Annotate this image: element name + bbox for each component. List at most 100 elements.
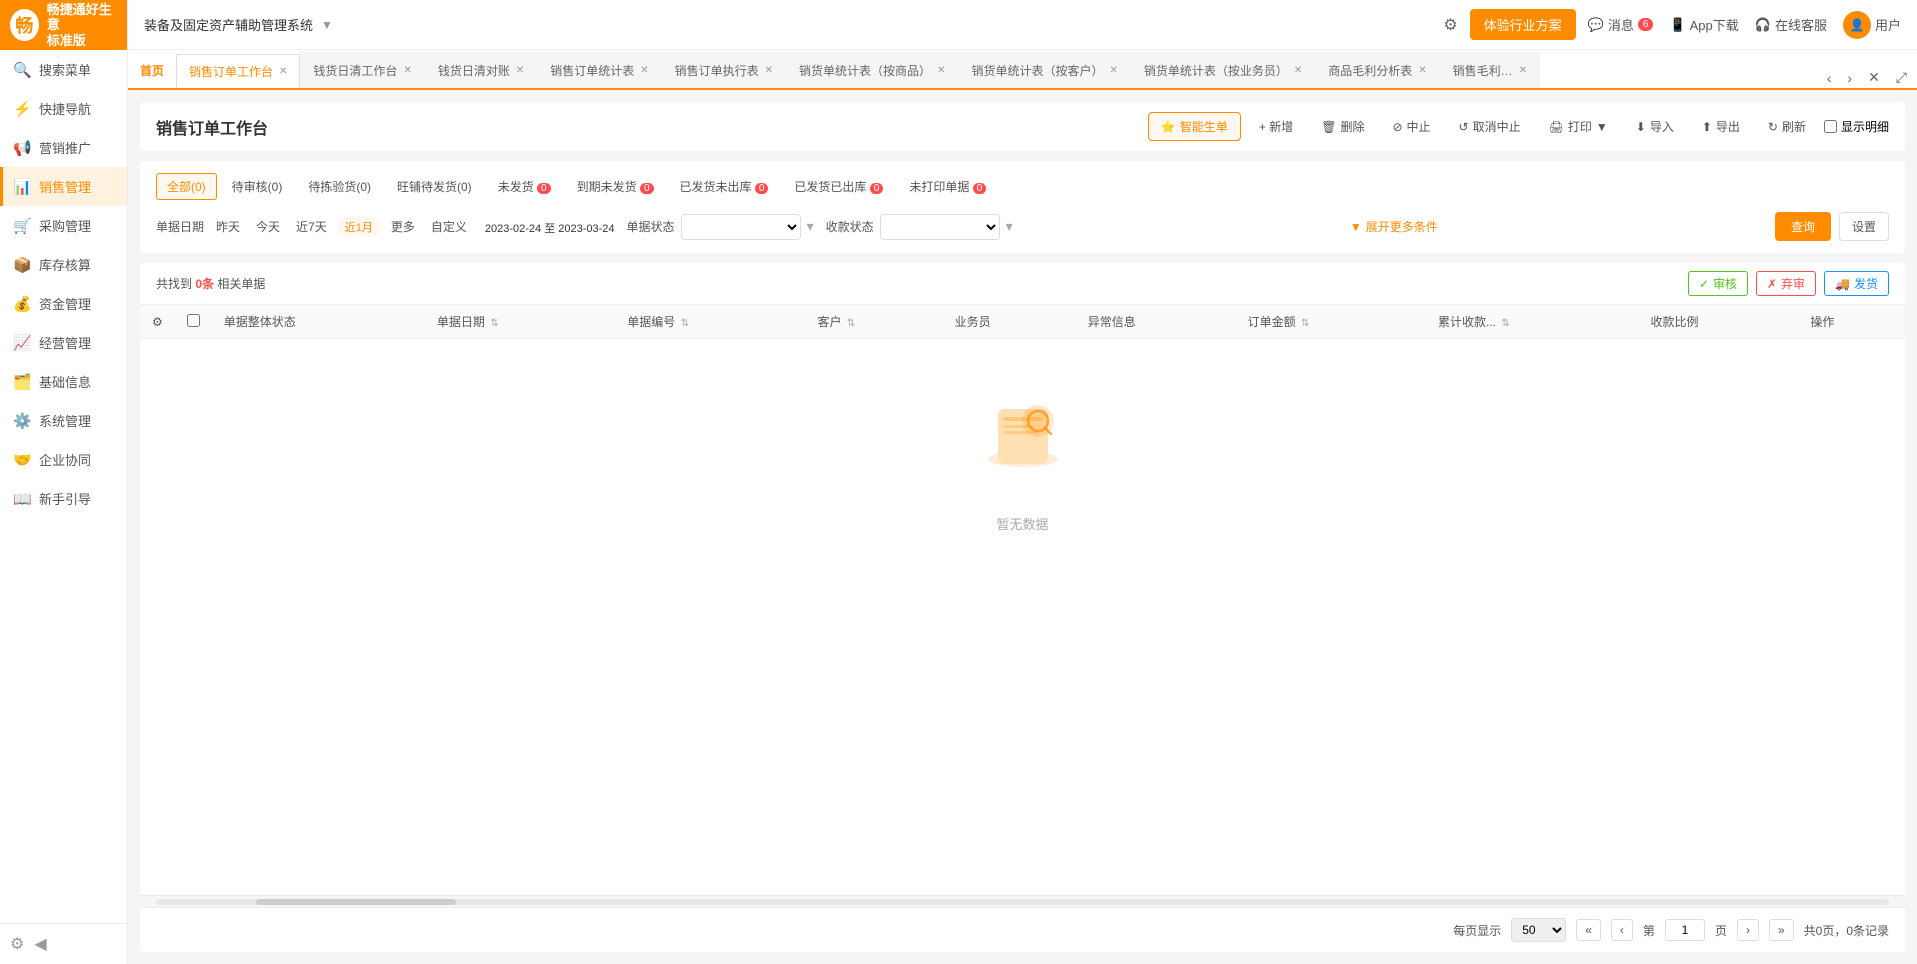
first-page-button[interactable]: « <box>1576 919 1601 941</box>
th-customer[interactable]: 客户 ⇅ <box>806 305 943 339</box>
sidebar-item-operations[interactable]: 📈 经营管理 <box>0 323 127 362</box>
print-button[interactable]: 🖨 打印 ▼ <box>1539 113 1618 140</box>
suspend-button[interactable]: ⊘ 中止 <box>1382 113 1440 140</box>
app-download-action[interactable]: 📱 App下载 <box>1669 15 1738 34</box>
page-header: 销售订单工作台 ⭐ 智能生单 + 新增 🗑 删除 ⊘ 中止 ↺ 取消中止 <box>140 102 1905 151</box>
tabbar-next-button[interactable]: › <box>1841 68 1858 88</box>
filter-tab-all[interactable]: 全部(0) <box>156 173 217 200</box>
cancel-review-button[interactable]: ✗ 弃审 <box>1756 271 1816 296</box>
review-button[interactable]: ✓ 审核 <box>1688 271 1748 296</box>
message-action[interactable]: 💬 消息 6 <box>1588 15 1654 34</box>
sidebar-item-quick-nav[interactable]: ⚡ 快捷导航 <box>0 89 127 128</box>
th-salesperson[interactable]: 业务员 <box>943 305 1076 339</box>
tab-sales-order[interactable]: 销售订单工作台 ✕ <box>176 54 300 90</box>
sidebar-item-purchase[interactable]: 🛒 采购管理 <box>0 206 127 245</box>
th-settings[interactable]: ⚙ <box>140 305 175 339</box>
filter-tab-pending-review[interactable]: 待审核(0) <box>221 173 294 200</box>
th-date[interactable]: 单据日期 ⇅ <box>425 305 615 339</box>
last-page-button[interactable]: » <box>1769 919 1794 941</box>
tab-sales-gross-close[interactable]: ✕ <box>1519 65 1527 76</box>
filter-tab-shipped-not-out[interactable]: 已发货未出库 0 <box>669 173 780 200</box>
settings-button[interactable]: 设置 <box>1839 212 1889 241</box>
tabbar-prev-button[interactable]: ‹ <box>1821 68 1838 88</box>
export-button[interactable]: ⬆ 导出 <box>1692 113 1750 140</box>
sidebar-item-inventory[interactable]: 📦 库存核算 <box>0 245 127 284</box>
date-more[interactable]: 更多 <box>385 216 421 237</box>
th-number[interactable]: 单据编号 ⇅ <box>615 305 805 339</box>
next-page-button[interactable]: › <box>1737 919 1759 941</box>
user-menu[interactable]: 👤 用户 <box>1843 11 1901 39</box>
date-today[interactable]: 今天 <box>250 216 286 237</box>
tabbar-close-all-button[interactable]: ✕ <box>1862 67 1886 88</box>
show-detail-checkbox[interactable] <box>1824 120 1837 133</box>
online-service-action[interactable]: 🎧 在线客服 <box>1755 15 1827 34</box>
filter-tab-not-printed[interactable]: 未打印单据 0 <box>898 173 997 200</box>
sidebar-item-sales[interactable]: 📊 销售管理 <box>0 167 127 206</box>
tab-sales-gross[interactable]: 销售毛利… ✕ <box>1440 52 1540 88</box>
date-7days[interactable]: 近7天 <box>290 216 333 237</box>
sidebar-item-system[interactable]: ⚙️ 系统管理 <box>0 401 127 440</box>
sidebar-item-guide[interactable]: 📖 新手引导 <box>0 479 127 518</box>
industry-solution-button[interactable]: 体验行业方案 <box>1470 9 1576 40</box>
page-number-input[interactable] <box>1665 919 1705 941</box>
scrollbar-thumb[interactable] <box>256 899 456 905</box>
collapse-icon[interactable]: ◀ <box>34 934 46 954</box>
tab-sales-by-customer-close[interactable]: ✕ <box>1109 65 1117 76</box>
select-all-checkbox[interactable] <box>187 314 200 327</box>
filter-tab-expired[interactable]: 到期未发货 0 <box>566 173 665 200</box>
tab-sales-by-product-close[interactable]: ✕ <box>937 65 945 76</box>
topbar-dropdown-arrow[interactable]: ▼ <box>321 18 333 32</box>
settings-bottom-icon[interactable]: ⚙ <box>10 934 24 954</box>
smart-order-button[interactable]: ⭐ 智能生单 <box>1148 112 1241 141</box>
tab-sales-by-product[interactable]: 销货单统计表（按商品） ✕ <box>786 52 958 88</box>
th-collected[interactable]: 累计收款... ⇅ <box>1426 305 1639 339</box>
collection-filter-select[interactable] <box>880 214 1000 240</box>
query-button[interactable]: 查询 <box>1775 212 1831 241</box>
page-size-select[interactable]: 50 10 20 100 <box>1511 918 1566 942</box>
tab-cash-reconcile-close[interactable]: ✕ <box>516 65 524 76</box>
tab-cash-daily-close[interactable]: ✕ <box>403 65 411 76</box>
tab-sales-stats[interactable]: 销售订单统计表 ✕ <box>537 52 661 88</box>
tab-sales-exec[interactable]: 销售订单执行表 ✕ <box>662 52 786 88</box>
sidebar-item-basic-info[interactable]: 🗂️ 基础信息 <box>0 362 127 401</box>
sidebar-item-enterprise[interactable]: 🤝 企业协同 <box>0 440 127 479</box>
tab-product-margin-close[interactable]: ✕ <box>1418 65 1426 76</box>
tab-sales-stats-close[interactable]: ✕ <box>640 65 648 76</box>
tab-cash-reconcile[interactable]: 钱货日清对账 ✕ <box>425 52 537 88</box>
prev-page-button[interactable]: ‹ <box>1611 919 1633 941</box>
import-button[interactable]: ⬇ 导入 <box>1626 113 1684 140</box>
tab-sales-order-close[interactable]: ✕ <box>279 66 287 77</box>
filter-tab-shipped-out[interactable]: 已发货已出库 0 <box>783 173 894 200</box>
page-label: 第 <box>1643 922 1655 939</box>
tab-home[interactable]: 首页 <box>128 52 176 88</box>
tab-sales-by-staff[interactable]: 销货单统计表（按业务员） ✕ <box>1131 52 1315 88</box>
sidebar-item-label: 快捷导航 <box>39 99 91 118</box>
filter-tab-wangpu[interactable]: 旺铺待发货(0) <box>386 173 483 200</box>
status-filter-select[interactable] <box>681 214 801 240</box>
tab-sales-exec-close[interactable]: ✕ <box>765 65 773 76</box>
tab-sales-by-staff-close[interactable]: ✕ <box>1294 65 1302 76</box>
th-amount[interactable]: 订单金额 ⇅ <box>1236 305 1426 339</box>
show-detail-checkbox-label[interactable]: 显示明细 <box>1824 118 1889 135</box>
delete-button[interactable]: 🗑 删除 <box>1311 113 1374 140</box>
tab-cash-daily[interactable]: 钱货日清工作台 ✕ <box>300 52 424 88</box>
filter-tab-not-shipped[interactable]: 未发货 0 <box>487 173 562 200</box>
horizontal-scrollbar[interactable] <box>140 895 1905 907</box>
add-button[interactable]: + 新增 <box>1249 113 1303 140</box>
topbar-gear-icon[interactable]: ⚙ <box>1443 15 1457 35</box>
sidebar-item-marketing[interactable]: 📢 营销推广 <box>0 128 127 167</box>
filter-tab-pending-verify[interactable]: 待拣验货(0) <box>297 173 382 200</box>
date-1month[interactable]: 近1月 <box>337 217 381 237</box>
tab-product-margin[interactable]: 商品毛利分析表 ✕ <box>1315 52 1439 88</box>
ship-button[interactable]: 🚚 发货 <box>1824 271 1889 296</box>
th-checkbox[interactable] <box>175 305 212 339</box>
sidebar-item-finance[interactable]: 💰 资金管理 <box>0 284 127 323</box>
sidebar-item-search[interactable]: 🔍 搜索菜单 <box>0 50 127 89</box>
cancel-suspend-button[interactable]: ↺ 取消中止 <box>1449 113 1531 140</box>
tab-sales-by-customer[interactable]: 销货单统计表（按客户） ✕ <box>958 52 1130 88</box>
expand-more-conditions[interactable]: ▼ 展开更多条件 <box>1350 218 1438 235</box>
tabbar-expand-button[interactable]: ⤢ <box>1890 67 1913 88</box>
refresh-button[interactable]: ↻ 刷新 <box>1758 113 1816 140</box>
date-custom[interactable]: 自定义 <box>425 216 473 237</box>
date-yesterday[interactable]: 昨天 <box>210 216 246 237</box>
